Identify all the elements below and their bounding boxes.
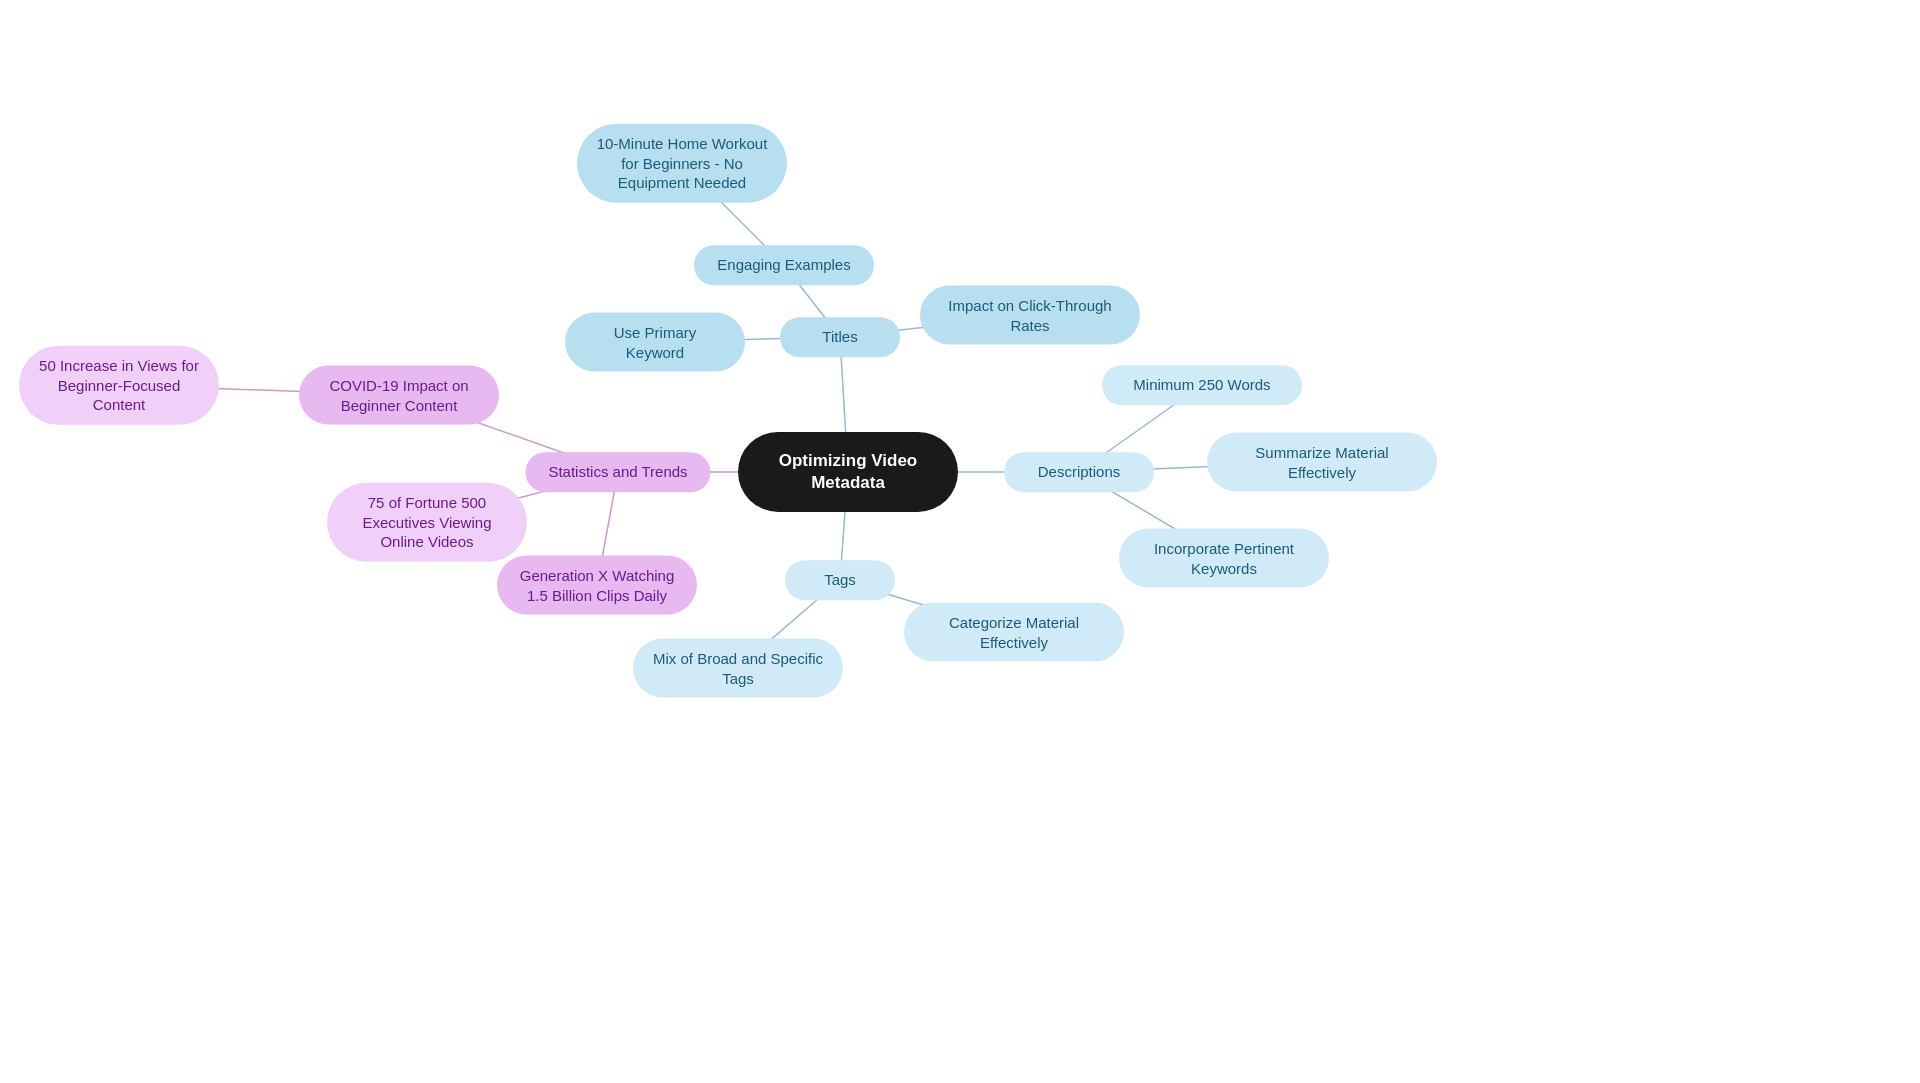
node-categorize[interactable]: Categorize Material Effectively — [904, 603, 1124, 662]
node-minimum-250[interactable]: Minimum 250 Words — [1102, 365, 1302, 405]
connections-svg — [0, 0, 1920, 1083]
node-titles[interactable]: Titles — [780, 317, 900, 357]
node-use-primary-keyword[interactable]: Use Primary Keyword — [565, 313, 745, 372]
node-click-through[interactable]: Impact on Click-Through Rates — [920, 286, 1140, 345]
node-50-increase[interactable]: 50 Increase in Views for Beginner-Focuse… — [19, 346, 219, 425]
node-mix-tags[interactable]: Mix of Broad and Specific Tags — [633, 639, 843, 698]
node-statistics-trends[interactable]: Statistics and Trends — [526, 452, 711, 492]
center-node: Optimizing Video Metadata — [738, 432, 958, 512]
node-tags[interactable]: Tags — [785, 560, 895, 600]
node-incorporate-keywords[interactable]: Incorporate Pertinent Keywords — [1119, 529, 1329, 588]
node-engaging-examples[interactable]: Engaging Examples — [694, 245, 874, 285]
node-covid-impact[interactable]: COVID-19 Impact on Beginner Content — [299, 366, 499, 425]
node-fortune-500[interactable]: 75 of Fortune 500 Executives Viewing Onl… — [327, 483, 527, 562]
node-descriptions[interactable]: Descriptions — [1004, 452, 1154, 492]
mind-map-container: Optimizing Video Metadata Titles Engaging … — [0, 0, 1920, 1083]
node-10min-workout[interactable]: 10-Minute Home Workout for Beginners - N… — [577, 124, 787, 203]
node-generation-x[interactable]: Generation X Watching 1.5 Billion Clips … — [497, 556, 697, 615]
node-summarize[interactable]: Summarize Material Effectively — [1207, 433, 1437, 492]
